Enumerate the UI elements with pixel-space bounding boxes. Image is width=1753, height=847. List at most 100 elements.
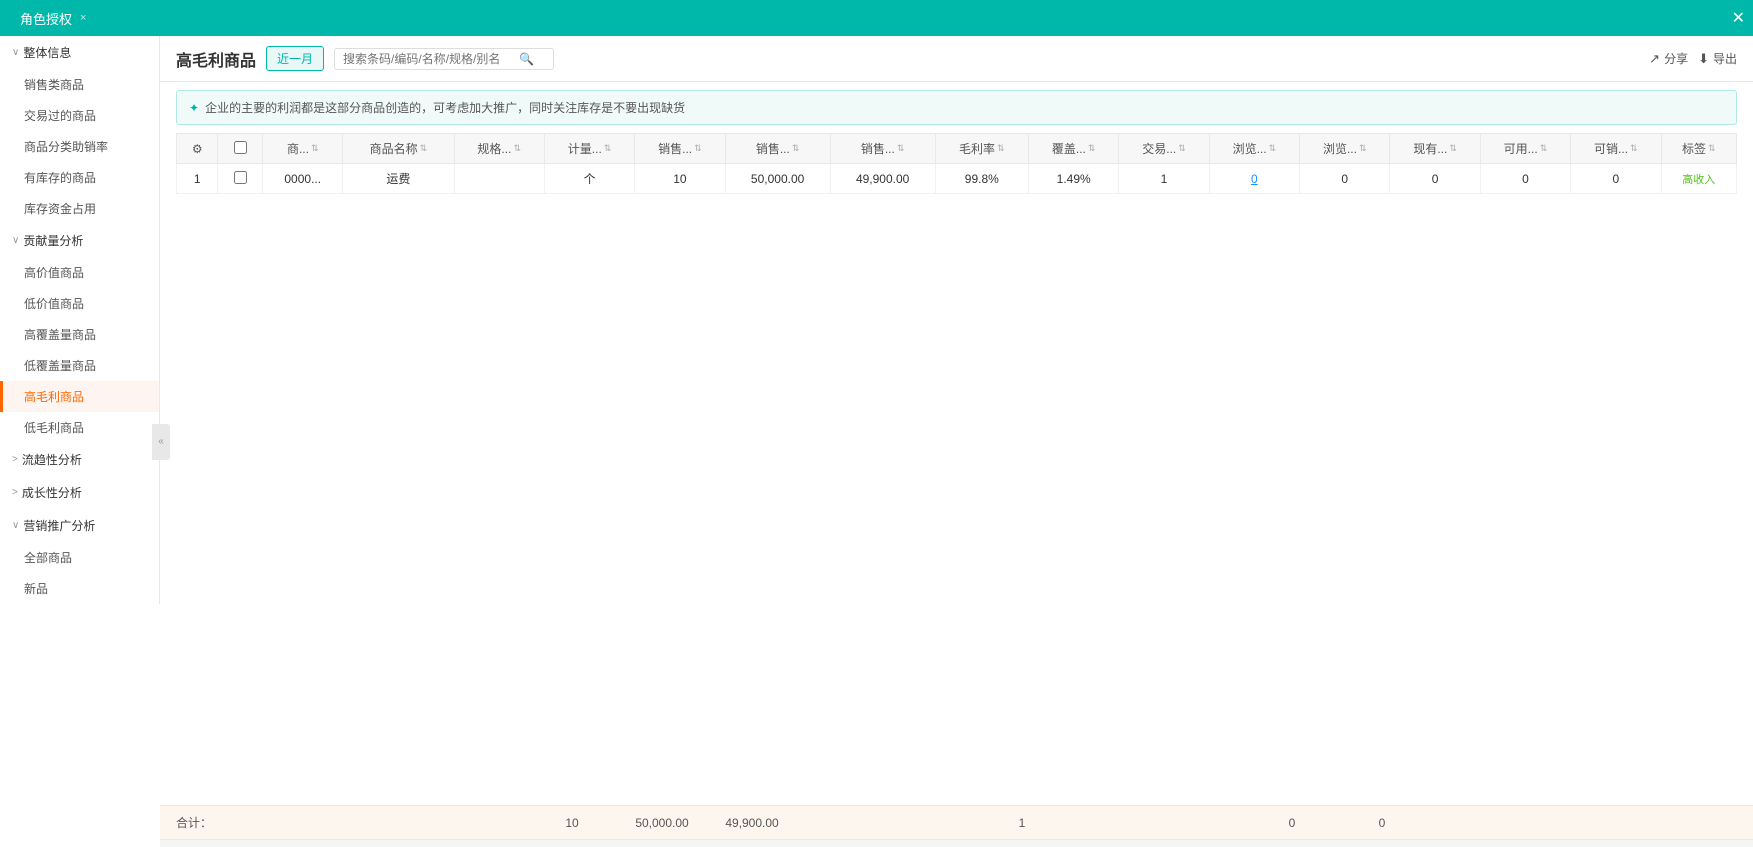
th-transaction[interactable]: 交易...⇅ xyxy=(1119,134,1209,164)
th-sales_count[interactable]: 销售...⇅ xyxy=(635,134,725,164)
sidebar-group-流趋性分析[interactable]: > 流趋性分析 xyxy=(0,443,159,476)
col-label-sales_count: 销售... xyxy=(658,140,692,157)
browse-link[interactable]: 0 xyxy=(1251,172,1258,186)
sidebar-item-低覆盖量商品[interactable]: 低覆盖量商品 xyxy=(0,350,159,381)
th-code[interactable]: 商...⇅ xyxy=(263,134,343,164)
horizontal-scrollbar[interactable] xyxy=(160,839,1753,847)
sidebar-item-高价值商品[interactable]: 高价值商品 xyxy=(0,257,159,288)
col-label-browse2: 浏览... xyxy=(1323,140,1357,157)
th-name[interactable]: 商品名称⇅ xyxy=(343,134,454,164)
row-current-stock: 0 xyxy=(1390,164,1480,194)
info-text: 企业的主要的利润都是这部分商品创造的，可考虑加大推广，同时关注库存是不要出现缺货 xyxy=(205,99,685,116)
sort-icon-current_stock[interactable]: ⇅ xyxy=(1449,143,1457,154)
search-input[interactable] xyxy=(343,52,513,66)
sort-icon-sales_count[interactable]: ⇅ xyxy=(694,143,702,154)
sort-icon-sales_amount[interactable]: ⇅ xyxy=(792,143,800,154)
nav-tab-角色授权[interactable]: 角色授权× xyxy=(8,0,124,36)
th-sales_profit[interactable]: 销售...⇅ xyxy=(830,134,935,164)
sort-icon-saleable[interactable]: ⇅ xyxy=(1630,143,1638,154)
th-coverage[interactable]: 覆盖...⇅ xyxy=(1028,134,1118,164)
th-spec[interactable]: 规格...⇅ xyxy=(454,134,544,164)
footer-label: 合计： xyxy=(176,814,212,831)
group-arrow-icon: > xyxy=(12,454,18,465)
sidebar-item-低毛利商品[interactable]: 低毛利商品 xyxy=(0,412,159,443)
sort-icon-available[interactable]: ⇅ xyxy=(1540,143,1548,154)
group-arrow-icon: ∨ xyxy=(12,520,19,531)
select-all-checkbox[interactable] xyxy=(234,141,247,154)
sort-icon-transaction[interactable]: ⇅ xyxy=(1178,143,1186,154)
sidebar-item-新品[interactable]: 新品 xyxy=(0,573,159,604)
col-label-spec: 规格... xyxy=(477,140,511,157)
col-label-unit: 计量... xyxy=(568,140,602,157)
group-label: 贡献量分析 xyxy=(23,232,83,249)
share-icon: ↗ xyxy=(1649,51,1660,67)
tab-close-icon[interactable]: × xyxy=(80,12,86,24)
footer-saleable xyxy=(1432,816,1512,830)
sidebar-toggle-button[interactable]: « xyxy=(152,424,170,460)
sidebar-item-库存资金占用[interactable]: 库存资金占用 xyxy=(0,193,159,224)
sidebar-group-成长性分析[interactable]: >成长性分析 xyxy=(0,476,159,509)
sidebar-item-全部商品[interactable]: 全部商品 xyxy=(0,542,159,573)
sidebar-group-贡献量分析[interactable]: ∨贡献量分析 xyxy=(0,224,159,257)
sort-icon-gross_margin[interactable]: ⇅ xyxy=(997,143,1005,154)
header-actions: ↗ 分享 ⬇ 导出 xyxy=(1649,50,1737,67)
sidebar: ∨整体信息销售类商品交易过的商品商品分类助销率有库存的商品库存资金占用∨贡献量分… xyxy=(0,36,160,604)
sidebar-item-销售类商品[interactable]: 销售类商品 xyxy=(0,69,159,100)
search-icon[interactable]: 🔍 xyxy=(519,52,534,66)
sidebar-item-低价值商品[interactable]: 低价值商品 xyxy=(0,288,159,319)
footer-gross-margin xyxy=(802,816,882,830)
filter-recent-month-button[interactable]: 近一月 xyxy=(266,46,324,71)
sidebar-item-高覆盖量商品[interactable]: 高覆盖量商品 xyxy=(0,319,159,350)
share-label: 分享 xyxy=(1664,50,1688,67)
group-label: 营销推广分析 xyxy=(23,517,95,534)
col-label-code: 商... xyxy=(287,140,309,157)
th-unit[interactable]: 计量...⇅ xyxy=(544,134,634,164)
sort-icon-code[interactable]: ⇅ xyxy=(311,143,319,154)
footer-sales-count: 10 xyxy=(532,816,612,830)
th-tag[interactable]: 标签⇅ xyxy=(1661,134,1737,164)
row-checkbox xyxy=(218,164,263,194)
th-sales_amount[interactable]: 销售...⇅ xyxy=(725,134,830,164)
sort-icon-spec[interactable]: ⇅ xyxy=(513,143,521,154)
sidebar-group-整体信息[interactable]: ∨整体信息 xyxy=(0,36,159,69)
content-header: 高毛利商品 近一月 🔍 ↗ 分享 ⬇ 导出 xyxy=(160,36,1753,82)
col-label-sales_profit: 销售... xyxy=(861,140,895,157)
sort-icon-tag[interactable]: ⇅ xyxy=(1708,143,1716,154)
row-spec xyxy=(454,164,544,194)
footer-coverage xyxy=(892,816,972,830)
sidebar-group-营销推广分析[interactable]: ∨ 营销推广分析 xyxy=(0,509,159,542)
footer-current-stock: 0 xyxy=(1252,816,1332,830)
footer-available: 0 xyxy=(1342,816,1422,830)
window-close-button[interactable]: ✕ xyxy=(1732,8,1745,28)
th-saleable[interactable]: 可销...⇅ xyxy=(1571,134,1661,164)
th-browse1[interactable]: 浏览...⇅ xyxy=(1209,134,1299,164)
sort-icon-sales_profit[interactable]: ⇅ xyxy=(897,143,905,154)
share-button[interactable]: ↗ 分享 xyxy=(1649,50,1688,67)
sort-icon-browse1[interactable]: ⇅ xyxy=(1269,143,1277,154)
th-browse2[interactable]: 浏览...⇅ xyxy=(1300,134,1390,164)
th-checkbox xyxy=(218,134,263,164)
export-label: 导出 xyxy=(1713,50,1737,67)
sidebar-item-商品分类助销率[interactable]: 商品分类助销率 xyxy=(0,131,159,162)
sort-icon-name[interactable]: ⇅ xyxy=(420,143,428,154)
export-button[interactable]: ⬇ 导出 xyxy=(1698,50,1737,67)
table-header: ⚙商...⇅商品名称⇅规格...⇅计量...⇅销售...⇅销售...⇅销售...… xyxy=(177,134,1737,164)
row-sales-amount: 50,000.00 xyxy=(725,164,830,194)
th-current_stock[interactable]: 现有...⇅ xyxy=(1390,134,1480,164)
sort-icon-unit[interactable]: ⇅ xyxy=(604,143,612,154)
col-label-sales_amount: 销售... xyxy=(756,140,790,157)
sort-icon-browse2[interactable]: ⇅ xyxy=(1359,143,1367,154)
col-label-current_stock: 现有... xyxy=(1413,140,1447,157)
sidebar-item-高毛利商品[interactable]: 高毛利商品 xyxy=(0,381,159,412)
group-label: 流趋性分析 xyxy=(22,451,82,468)
page-title: 高毛利商品 xyxy=(176,47,256,71)
sort-icon-coverage[interactable]: ⇅ xyxy=(1088,143,1096,154)
table-wrap: ⚙商...⇅商品名称⇅规格...⇅计量...⇅销售...⇅销售...⇅销售...… xyxy=(160,133,1753,805)
settings-icon[interactable]: ⚙ xyxy=(192,142,203,156)
col-label-name: 商品名称 xyxy=(370,140,418,157)
th-gross_margin[interactable]: 毛利率⇅ xyxy=(935,134,1028,164)
sidebar-item-交易过的商品[interactable]: 交易过的商品 xyxy=(0,100,159,131)
sidebar-item-有库存的商品[interactable]: 有库存的商品 xyxy=(0,162,159,193)
row-select-checkbox[interactable] xyxy=(234,171,247,184)
th-available[interactable]: 可用...⇅ xyxy=(1480,134,1570,164)
